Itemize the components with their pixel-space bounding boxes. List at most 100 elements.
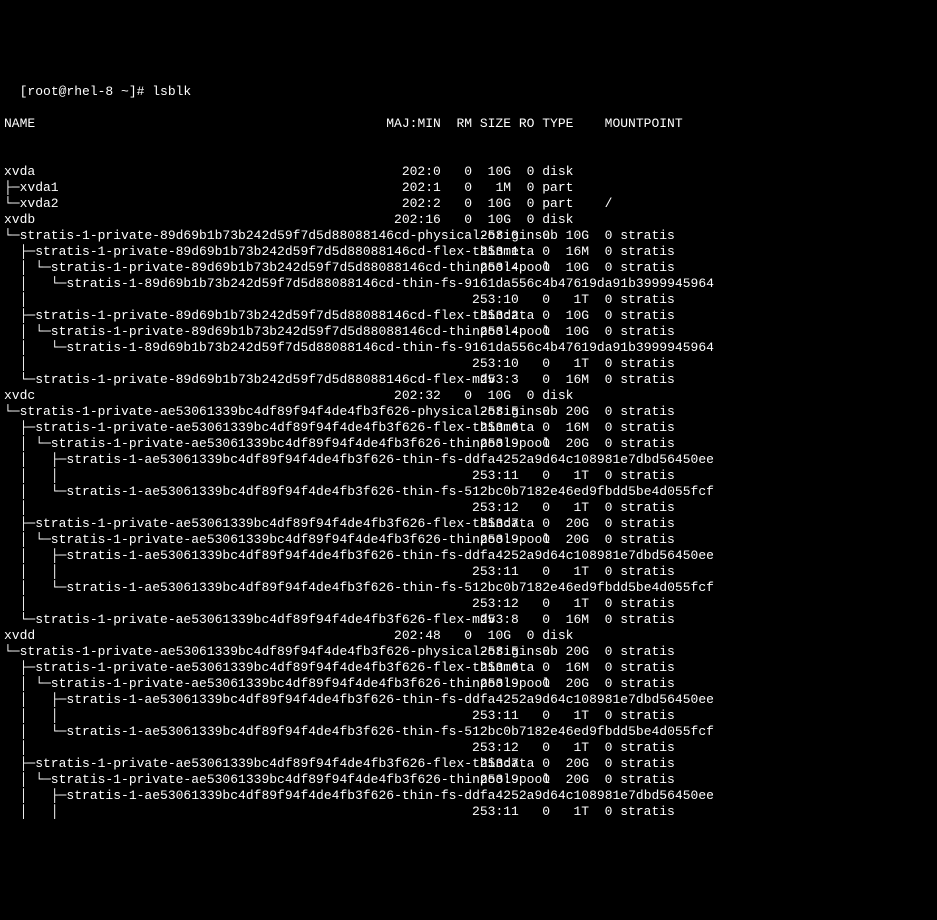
ro-cell: 0: [589, 596, 612, 612]
ro-cell: 0: [589, 308, 612, 324]
device-name: │ └─stratis-1-private-ae53061339bc4df89f…: [4, 436, 464, 452]
ro-cell: 0: [589, 228, 612, 244]
rm-cell: 0: [519, 468, 550, 484]
ro-cell: 0: [589, 660, 612, 676]
device-name: │ ├─stratis-1-ae53061339bc4df89f94f4de4f…: [4, 692, 933, 708]
lsblk-row: │ └─stratis-1-private-89d69b1b73b242d59f…: [4, 324, 933, 340]
device-name: │ │: [4, 468, 464, 484]
size-cell: 16M: [550, 372, 589, 388]
shell-prompt[interactable]: [root@rhel-8 ~]# lsblk: [20, 84, 192, 99]
majmin-cell: 202:0: [386, 164, 441, 180]
lsblk-row: └─stratis-1-private-ae53061339bc4df89f94…: [4, 612, 933, 628]
device-name: │ │: [4, 708, 464, 724]
ro-cell: 0: [589, 500, 612, 516]
rm-cell: 0: [519, 532, 550, 548]
type-cell: stratis: [612, 596, 682, 612]
rm-cell: 0: [519, 292, 550, 308]
type-cell: stratis: [612, 260, 682, 276]
majmin-cell: 253:1: [464, 244, 519, 260]
ro-cell: 0: [589, 740, 612, 756]
rm-cell: 0: [519, 740, 550, 756]
device-name: │ └─stratis-1-private-89d69b1b73b242d59f…: [4, 260, 464, 276]
rm-cell: 0: [441, 180, 472, 196]
lsblk-row: │ ├─stratis-1-ae53061339bc4df89f94f4de4f…: [4, 692, 933, 708]
majmin-cell: 202:16: [386, 212, 441, 228]
type-cell: stratis: [612, 660, 682, 676]
device-name: │: [4, 292, 464, 308]
type-cell: part: [534, 196, 604, 212]
ro-cell: 0: [589, 244, 612, 260]
type-cell: stratis: [612, 676, 682, 692]
type-cell: stratis: [612, 324, 682, 340]
size-cell: 16M: [550, 612, 589, 628]
type-cell: stratis: [612, 356, 682, 372]
lsblk-row: │ └─stratis-1-private-ae53061339bc4df89f…: [4, 436, 933, 452]
lsblk-row: │ ├─stratis-1-ae53061339bc4df89f94f4de4f…: [4, 548, 933, 564]
type-cell: stratis: [612, 244, 682, 260]
device-name: │ └─stratis-1-89d69b1b73b242d59f7d5d8808…: [4, 276, 933, 292]
type-cell: stratis: [612, 404, 682, 420]
type-cell: stratis: [612, 436, 682, 452]
majmin-cell: 253:2: [464, 308, 519, 324]
rm-cell: 0: [519, 516, 550, 532]
device-name: xvdd: [4, 628, 386, 644]
rm-cell: 0: [519, 308, 550, 324]
lsblk-row: │ └─stratis-1-private-ae53061339bc4df89f…: [4, 676, 933, 692]
ro-cell: 0: [511, 196, 534, 212]
lsblk-row: │253:1201T0stratis: [4, 740, 933, 756]
rm-cell: 0: [441, 164, 472, 180]
ro-cell: 0: [589, 756, 612, 772]
size-cell: 1T: [550, 356, 589, 372]
rm-cell: 0: [441, 388, 472, 404]
lsblk-row: │ └─stratis-1-ae53061339bc4df89f94f4de4f…: [4, 484, 933, 500]
device-name: │ ├─stratis-1-ae53061339bc4df89f94f4de4f…: [4, 788, 933, 804]
type-cell: stratis: [612, 420, 682, 436]
lsblk-row: ├─stratis-1-private-ae53061339bc4df89f94…: [4, 756, 933, 772]
rm-cell: 0: [519, 436, 550, 452]
device-name: │ └─stratis-1-ae53061339bc4df89f94f4de4f…: [4, 580, 933, 596]
device-name: ├─stratis-1-private-ae53061339bc4df89f94…: [4, 420, 464, 436]
size-cell: 1T: [550, 804, 589, 820]
lsblk-row: └─stratis-1-private-ae53061339bc4df89f94…: [4, 404, 933, 420]
lsblk-row: ├─stratis-1-private-ae53061339bc4df89f94…: [4, 420, 933, 436]
size-cell: 10G: [472, 196, 511, 212]
ro-cell: 0: [511, 164, 534, 180]
size-cell: 20G: [550, 644, 589, 660]
terminal-output: [root@rhel-8 ~]# lsblk NAMEMAJ:MINRMSIZE…: [4, 68, 933, 836]
majmin-cell: 253:11: [464, 708, 519, 724]
device-name: ├─xvda1: [4, 180, 386, 196]
device-name: └─stratis-1-private-ae53061339bc4df89f94…: [4, 404, 464, 420]
majmin-cell: 253:11: [464, 564, 519, 580]
device-name: │: [4, 356, 464, 372]
size-cell: 1T: [550, 564, 589, 580]
type-cell: stratis: [612, 756, 682, 772]
type-cell: stratis: [612, 564, 682, 580]
ro-cell: 0: [589, 420, 612, 436]
majmin-cell: 253:9: [464, 772, 519, 788]
lsblk-row: └─stratis-1-private-89d69b1b73b242d59f7d…: [4, 372, 933, 388]
ro-cell: 0: [511, 628, 534, 644]
ro-cell: 0: [589, 356, 612, 372]
col-ro: RO: [511, 116, 534, 132]
type-cell: stratis: [612, 308, 682, 324]
ro-cell: 0: [589, 772, 612, 788]
device-name: xvdb: [4, 212, 386, 228]
col-type: TYPE: [534, 116, 604, 132]
majmin-cell: 202:32: [386, 388, 441, 404]
device-name: xvdc: [4, 388, 386, 404]
device-name: └─stratis-1-private-ae53061339bc4df89f94…: [4, 612, 464, 628]
lsblk-row: │ │253:1101T0stratis: [4, 564, 933, 580]
type-cell: disk: [534, 212, 604, 228]
device-name: │ │: [4, 804, 464, 820]
device-name: ├─stratis-1-private-89d69b1b73b242d59f7d…: [4, 244, 464, 260]
col-mount: MOUNTPOINT: [605, 116, 691, 132]
size-cell: 10G: [472, 212, 511, 228]
rm-cell: 0: [519, 708, 550, 724]
type-cell: stratis: [612, 612, 682, 628]
ro-cell: 0: [589, 612, 612, 628]
majmin-cell: 253:6: [464, 660, 519, 676]
size-cell: 10G: [550, 228, 589, 244]
majmin-cell: 253:4: [464, 260, 519, 276]
lsblk-row: ├─stratis-1-private-ae53061339bc4df89f94…: [4, 660, 933, 676]
device-name: │ │: [4, 564, 464, 580]
